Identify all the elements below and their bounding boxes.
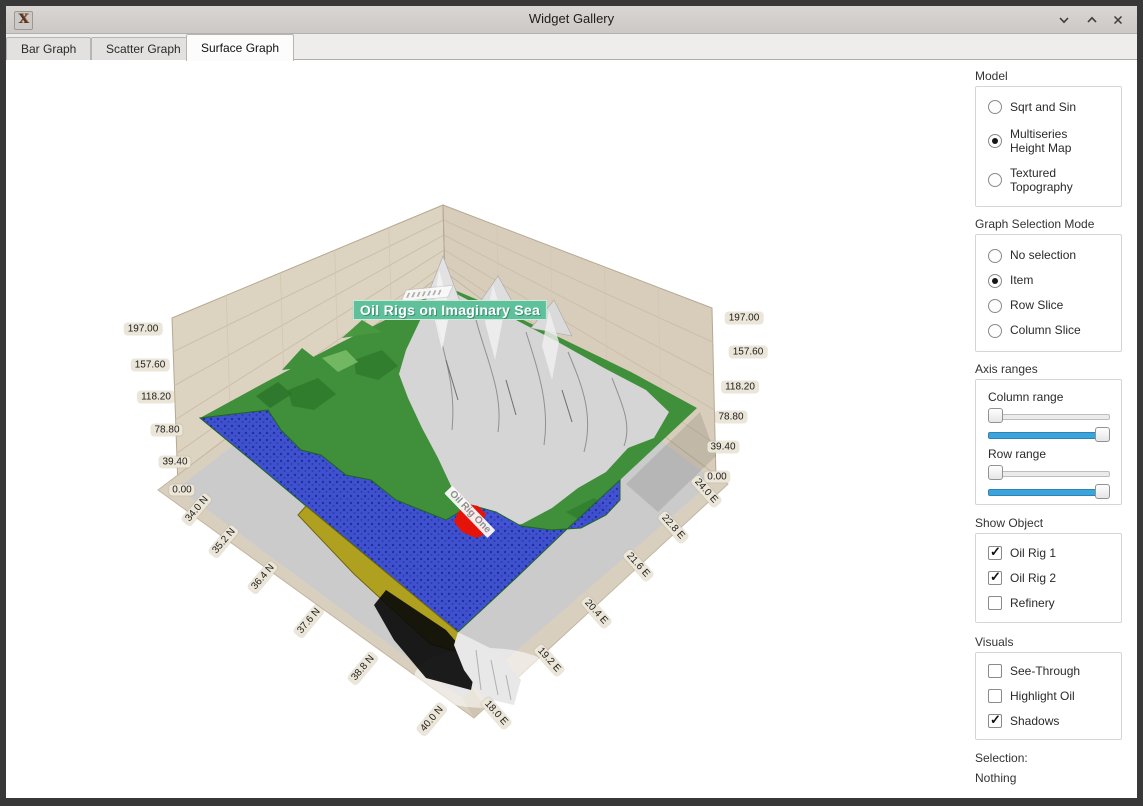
model-groupbox: Sqrt and Sin Multiseries Height Map Text…	[975, 86, 1122, 207]
slider-groove-filled[interactable]	[988, 432, 1110, 439]
selection-status-value: Nothing	[975, 771, 1016, 785]
radio-column-slice[interactable]: Column Slice	[988, 318, 1121, 343]
tab-bar-graph[interactable]: Bar Graph	[6, 37, 91, 60]
value-axis-tick: 197.00	[726, 313, 763, 324]
radio-icon-selected[interactable]	[988, 274, 1002, 288]
value-axis-tick: 39.40	[707, 442, 738, 453]
close-button[interactable]	[1107, 10, 1129, 29]
value-axis-tick: 157.60	[730, 347, 767, 358]
slider-handle[interactable]	[988, 408, 1003, 423]
checkbox-label: Refinery	[1010, 596, 1104, 610]
checkbox-label: Oil Rig 1	[1010, 546, 1104, 560]
checkbox-icon-checked[interactable]	[988, 546, 1002, 560]
value-axis-tick: 0.00	[169, 485, 194, 496]
slider-handle[interactable]	[1095, 427, 1110, 442]
radio-icon[interactable]	[988, 324, 1002, 338]
radio-icon[interactable]	[988, 100, 1002, 114]
visuals-groupbox: See-Through Highlight Oil Shadows	[975, 652, 1122, 740]
tab-surface-graph[interactable]: Surface Graph	[186, 34, 294, 61]
tab-bar: Bar Graph Scatter Graph Surface Graph	[6, 34, 1137, 60]
value-axis-tick: 118.20	[138, 392, 174, 403]
surface-graph-page: Oil Rigs on Imaginary Sea Oil Rig One 19…	[6, 59, 1137, 798]
checkbox-highlight-oil[interactable]: Highlight Oil	[988, 684, 1121, 709]
checkbox-refinery[interactable]: Refinery	[988, 591, 1121, 616]
model-group-label: Model	[975, 69, 1008, 83]
slider-groove[interactable]	[988, 414, 1110, 420]
slider-groove[interactable]	[988, 471, 1110, 477]
chevron-down-icon	[1058, 14, 1070, 26]
radio-icon[interactable]	[988, 173, 1002, 187]
checkbox-label: See-Through	[1010, 664, 1104, 678]
window-frame: X Widget Gallery Bar Graph Scatter Graph…	[0, 0, 1143, 806]
radio-row-slice[interactable]: Row Slice	[988, 293, 1121, 318]
checkbox-icon[interactable]	[988, 664, 1002, 678]
visuals-group-label: Visuals	[975, 635, 1013, 649]
radio-icon[interactable]	[988, 299, 1002, 313]
checkbox-oil-rig-1[interactable]: Oil Rig 1	[988, 540, 1121, 565]
value-axis-tick: 39.40	[159, 457, 190, 468]
surface-plot-canvas[interactable]	[6, 60, 965, 797]
slider-handle[interactable]	[988, 465, 1003, 480]
checkbox-oil-rig-2[interactable]: Oil Rig 2	[988, 565, 1121, 590]
axis-ranges-groupbox: Column range Row range	[975, 379, 1122, 505]
slider-handle[interactable]	[1095, 484, 1110, 499]
application-window: X Widget Gallery Bar Graph Scatter Graph…	[6, 6, 1137, 797]
axis-ranges-group-label: Axis ranges	[975, 362, 1038, 376]
show-object-group-label: Show Object	[975, 516, 1043, 530]
checkbox-see-through[interactable]: See-Through	[988, 659, 1121, 684]
value-axis-tick: 78.80	[151, 425, 182, 436]
checkbox-label: Highlight Oil	[1010, 689, 1104, 703]
value-axis-tick: 0.00	[704, 472, 729, 483]
window-title: Widget Gallery	[6, 11, 1137, 26]
value-axis-tick: 197.00	[125, 324, 162, 335]
checkbox-shadows[interactable]: Shadows	[988, 708, 1121, 733]
row-range-max-slider[interactable]	[988, 483, 1110, 501]
selection-status-label: Selection:	[975, 751, 1028, 765]
selection-mode-group-label: Graph Selection Mode	[975, 217, 1094, 231]
chart-title: Oil Rigs on Imaginary Sea	[353, 300, 547, 320]
titlebar[interactable]: X Widget Gallery	[6, 6, 1137, 34]
radio-no-selection[interactable]: No selection	[988, 243, 1121, 268]
surface-3d-view[interactable]: Oil Rigs on Imaginary Sea Oil Rig One 19…	[6, 60, 965, 797]
radio-label: Sqrt and Sin	[1010, 100, 1104, 114]
radio-label: Column Slice	[1010, 323, 1104, 337]
radio-label: Row Slice	[1010, 298, 1104, 312]
radio-label: Item	[1010, 273, 1104, 287]
value-axis-tick: 118.20	[722, 382, 758, 393]
tab-scatter-graph[interactable]: Scatter Graph	[91, 37, 196, 60]
chevron-up-icon	[1086, 14, 1098, 26]
checkbox-icon[interactable]	[988, 689, 1002, 703]
radio-label: Textured Topography	[1010, 166, 1104, 194]
column-range-min-slider[interactable]	[988, 407, 1110, 425]
radio-icon[interactable]	[988, 249, 1002, 263]
checkbox-icon-checked[interactable]	[988, 571, 1002, 585]
radio-icon-selected[interactable]	[988, 134, 1002, 148]
column-range-max-slider[interactable]	[988, 426, 1110, 444]
radio-item[interactable]: Item	[988, 268, 1121, 293]
value-axis-tick: 157.60	[132, 360, 169, 371]
slider-groove-filled[interactable]	[988, 489, 1110, 496]
minimize-button[interactable]	[1053, 10, 1075, 29]
radio-sqrt-and-sin[interactable]: Sqrt and Sin	[988, 95, 1121, 119]
column-range-label: Column range	[988, 390, 1121, 404]
checkbox-label: Oil Rig 2	[1010, 571, 1104, 585]
radio-label: No selection	[1010, 248, 1104, 262]
value-axis-tick: 78.80	[715, 412, 746, 423]
checkbox-icon-checked[interactable]	[988, 714, 1002, 728]
row-range-label: Row range	[988, 447, 1121, 461]
radio-textured-topography[interactable]: Textured Topography	[988, 163, 1121, 197]
checkbox-label: Shadows	[1010, 714, 1104, 728]
close-icon	[1112, 14, 1124, 26]
selection-mode-groupbox: No selection Item Row Slice Column Slice	[975, 234, 1122, 352]
maximize-button[interactable]	[1081, 10, 1103, 29]
radio-label: Multiseries Height Map	[1010, 127, 1104, 155]
row-range-min-slider[interactable]	[988, 464, 1110, 482]
show-object-groupbox: Oil Rig 1 Oil Rig 2 Refinery	[975, 533, 1122, 623]
checkbox-icon[interactable]	[988, 596, 1002, 610]
radio-multiseries-height-map[interactable]: Multiseries Height Map	[988, 124, 1121, 158]
